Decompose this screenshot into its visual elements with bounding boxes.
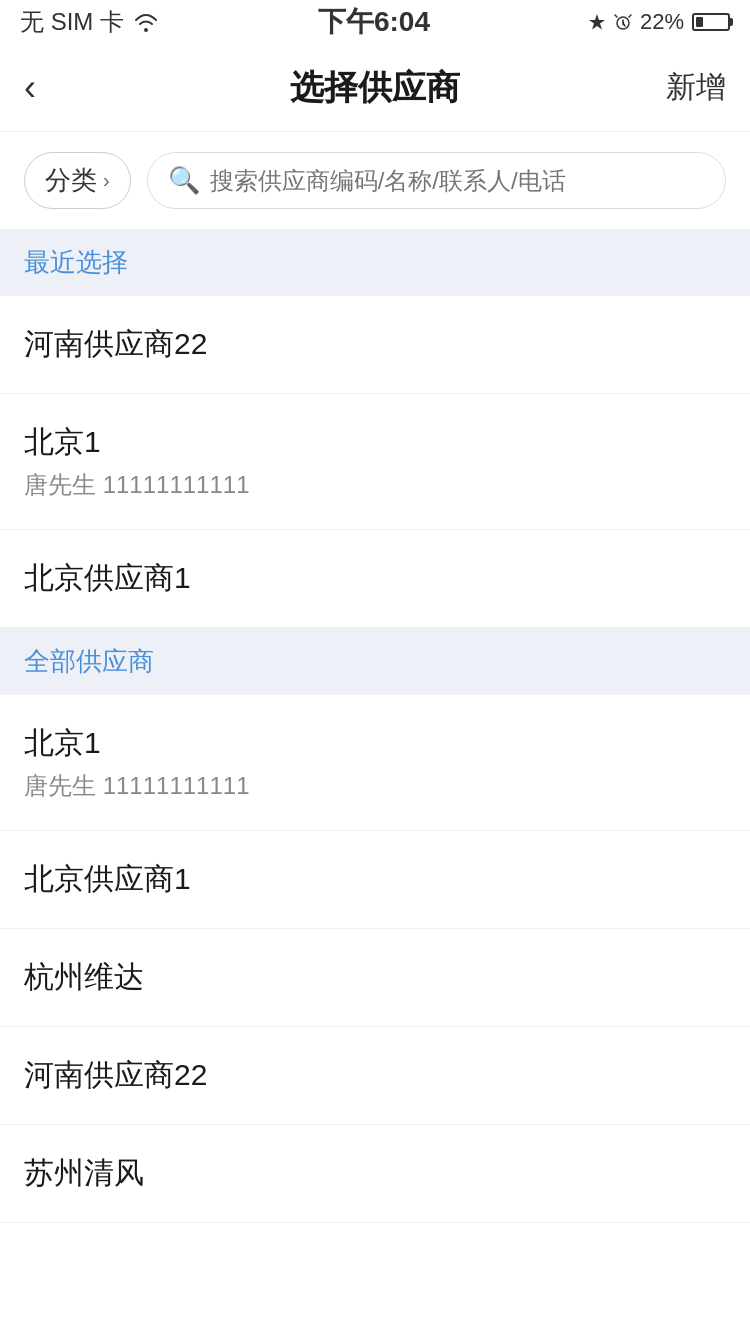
- item-name: 河南供应商22: [24, 1055, 726, 1096]
- search-input-wrap[interactable]: 🔍: [147, 152, 726, 209]
- item-name: 苏州清风: [24, 1153, 726, 1194]
- list-item[interactable]: 河南供应商22: [0, 296, 750, 394]
- status-right: 22%: [588, 9, 730, 35]
- status-bar: 无 SIM 卡 下午6:04 22%: [0, 0, 750, 44]
- list-item[interactable]: 北京供应商1: [0, 831, 750, 929]
- chevron-right-icon: ›: [103, 169, 110, 192]
- page-title: 选择供应商: [290, 65, 460, 111]
- status-left: 无 SIM 卡: [20, 6, 160, 38]
- category-label: 分类: [45, 163, 97, 198]
- category-button[interactable]: 分类 ›: [24, 152, 131, 209]
- battery-icon: [692, 13, 730, 31]
- list-item[interactable]: 北京供应商1: [0, 530, 750, 628]
- item-name: 杭州维达: [24, 957, 726, 998]
- item-sub: 唐先生 11111111111: [24, 469, 726, 501]
- item-name: 北京1: [24, 723, 726, 764]
- item-name: 北京供应商1: [24, 558, 726, 599]
- item-name: 河南供应商22: [24, 324, 726, 365]
- list-item[interactable]: 苏州清风: [0, 1125, 750, 1223]
- wifi-icon: [132, 12, 160, 32]
- search-input[interactable]: [210, 167, 705, 195]
- list-item[interactable]: 杭州维达: [0, 929, 750, 1027]
- no-sim-text: 无 SIM 卡: [20, 6, 124, 38]
- search-bar: 分类 › 🔍: [0, 132, 750, 229]
- battery-percent: 22%: [640, 9, 684, 35]
- location-icon: [588, 13, 606, 31]
- section-header-recent: 最近选择: [0, 229, 750, 296]
- search-icon: 🔍: [168, 165, 200, 196]
- item-name: 北京供应商1: [24, 859, 726, 900]
- list-item[interactable]: 河南供应商22: [0, 1027, 750, 1125]
- list-container: 最近选择河南供应商22 北京1 唐先生 11111111111 北京供应商1 全部供应商…: [0, 229, 750, 1223]
- list-item[interactable]: 北京1 唐先生 11111111111: [0, 695, 750, 831]
- nav-bar: ‹ 选择供应商 新增: [0, 44, 750, 132]
- status-time: 下午6:04: [318, 3, 430, 41]
- item-name: 北京1: [24, 422, 726, 463]
- section-header-all: 全部供应商: [0, 628, 750, 695]
- list-item[interactable]: 北京1 唐先生 11111111111: [0, 394, 750, 530]
- add-button[interactable]: 新增: [666, 67, 726, 108]
- alarm-icon: [614, 13, 632, 31]
- back-button[interactable]: ‹: [24, 67, 84, 109]
- item-sub: 唐先生 11111111111: [24, 770, 726, 802]
